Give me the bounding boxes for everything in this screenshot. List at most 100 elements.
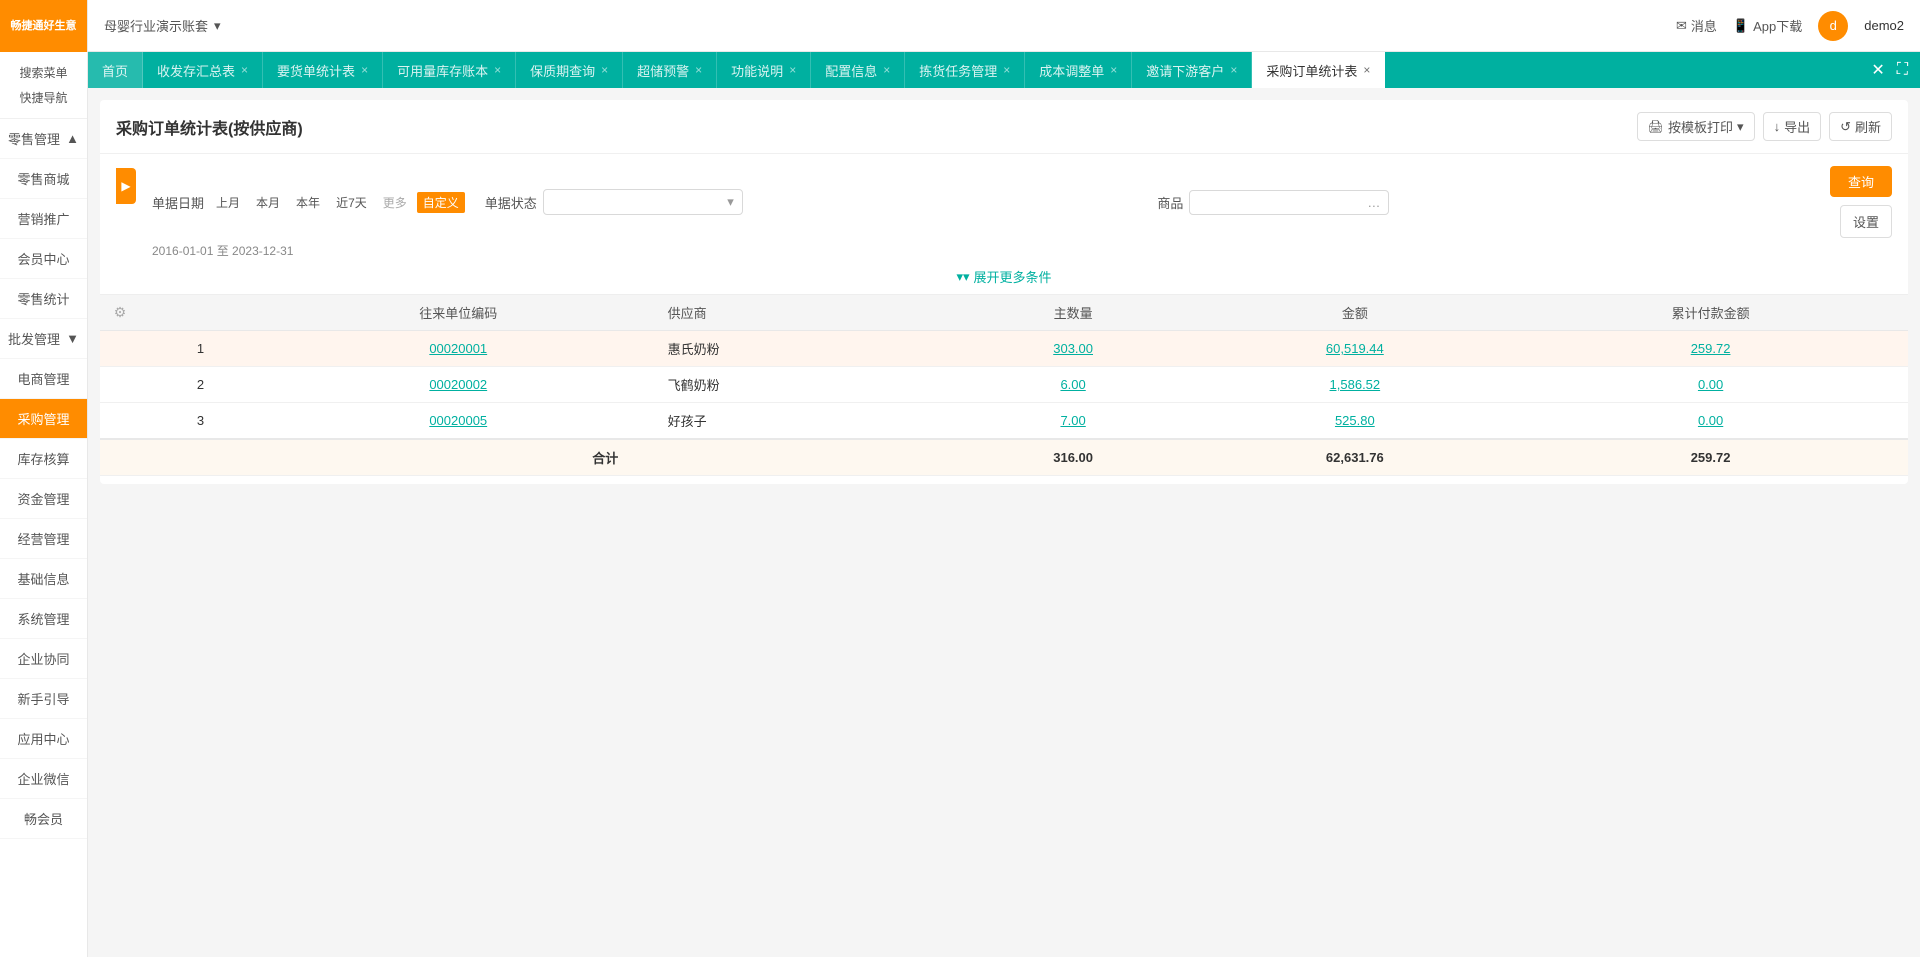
row1-settings xyxy=(100,331,140,367)
date-custom-tag[interactable]: 自定义 xyxy=(417,192,465,213)
tab-available-inventory-close[interactable]: × xyxy=(494,63,501,77)
row1-paid[interactable]: 259.72 xyxy=(1513,331,1908,367)
tab-pick-task-mgmt-close[interactable]: × xyxy=(1003,63,1010,77)
search-button[interactable]: 查询 xyxy=(1830,166,1892,197)
user-name[interactable]: demo2 xyxy=(1864,18,1904,33)
tab-overstock-warning-close[interactable]: × xyxy=(695,63,702,77)
tab-home-label: 首页 xyxy=(102,61,128,80)
tab-pick-task-mgmt[interactable]: 拣货任务管理 × xyxy=(905,52,1025,88)
sidebar-item-finance[interactable]: 资金管理 xyxy=(0,479,87,519)
workspace-dropdown-icon[interactable]: ▾ xyxy=(214,18,221,34)
quick-nav-label[interactable]: 快捷导航 xyxy=(6,85,81,110)
tab-invite-downstream-close[interactable]: × xyxy=(1230,63,1237,77)
tab-invite-downstream[interactable]: 邀请下游客户 × xyxy=(1132,52,1252,88)
search-menu-label[interactable]: 搜索菜单 xyxy=(6,60,81,85)
export-button[interactable]: ↓ 导出 xyxy=(1763,112,1822,141)
table-row: 3 00020005 好孩子 7.00 525.80 0.00 xyxy=(100,403,1908,440)
sidebar-item-marketing[interactable]: 营销推广 xyxy=(0,199,87,239)
tab-cost-adjust[interactable]: 成本调整单 × xyxy=(1025,52,1132,88)
tab-available-inventory[interactable]: 可用量库存账本 × xyxy=(383,52,516,88)
date-shortcut-this-year[interactable]: 本年 xyxy=(290,192,326,213)
sidebar-item-newbie[interactable]: 新手引导 xyxy=(0,679,87,719)
filter-toggle-arrow[interactable]: ▶ xyxy=(116,168,136,204)
sidebar-item-member-center[interactable]: 会员中心 xyxy=(0,239,87,279)
sidebar-item-retail-mall[interactable]: 零售商城 xyxy=(0,159,87,199)
row1-no: 1 xyxy=(140,331,261,367)
date-filter-item: 单据日期 上月 本月 本年 近7天 更多 自定义 xyxy=(152,192,465,213)
sidebar-item-retail-mgmt-label: 零售管理 xyxy=(8,129,60,148)
sidebar-item-app-center[interactable]: 应用中心 xyxy=(0,719,87,759)
tab-purchase-order-stats-close[interactable]: × xyxy=(1363,63,1370,77)
print-dropdown-icon[interactable]: ▾ xyxy=(1737,119,1744,135)
app-download-label: App下载 xyxy=(1753,16,1802,35)
sidebar-item-operations[interactable]: 经营管理 xyxy=(0,519,87,559)
date-shortcut-this-month[interactable]: 本月 xyxy=(250,192,286,213)
tab-function-desc-close[interactable]: × xyxy=(789,63,796,77)
sidebar-item-ecommerce[interactable]: 电商管理 xyxy=(0,359,87,399)
sidebar-item-wholesale-mgmt[interactable]: 批发管理 ▼ xyxy=(0,319,87,359)
tab-expiry-query-close[interactable]: × xyxy=(601,63,608,77)
refresh-icon: ↺ xyxy=(1840,119,1851,135)
tab-config-info-close[interactable]: × xyxy=(883,63,890,77)
row3-unit-code[interactable]: 00020005 xyxy=(261,403,656,440)
message-button[interactable]: ✉ 消息 xyxy=(1676,16,1717,35)
sidebar-item-retail-stats[interactable]: 零售统计 xyxy=(0,279,87,319)
gear-icon[interactable]: ⚙ xyxy=(114,304,127,320)
row2-paid[interactable]: 0.00 xyxy=(1513,367,1908,403)
tab-order-stats-close[interactable]: × xyxy=(361,63,368,77)
app-download-button[interactable]: 📱 App下载 xyxy=(1733,16,1802,35)
tab-close-all-icon[interactable]: ✕ xyxy=(1867,58,1888,82)
tab-cost-adjust-close[interactable]: × xyxy=(1110,63,1117,77)
row1-qty[interactable]: 303.00 xyxy=(950,331,1197,367)
table-footer: 合计 316.00 62,631.76 259.72 xyxy=(100,439,1908,476)
sidebar-item-finance-label: 资金管理 xyxy=(17,489,69,508)
date-shortcut-last-month[interactable]: 上月 xyxy=(210,192,246,213)
sidebar-item-inventory[interactable]: 库存核算 xyxy=(0,439,87,479)
page-card: 采购订单统计表(按供应商) 🖨 按模板打印 ▾ ↓ 导出 ↺ 刷新 xyxy=(100,100,1908,484)
expand-more-button[interactable]: ▾▾ 展开更多条件 xyxy=(956,267,1051,286)
tab-expiry-query[interactable]: 保质期查询 × xyxy=(516,52,623,88)
tab-overstock-warning[interactable]: 超储预警 × xyxy=(623,52,717,88)
sidebar-item-basic-info[interactable]: 基础信息 xyxy=(0,559,87,599)
tab-config-info[interactable]: 配置信息 × xyxy=(811,52,905,88)
row1-amount[interactable]: 60,519.44 xyxy=(1196,331,1513,367)
tab-receive-summary-close[interactable]: × xyxy=(241,63,248,77)
date-shortcut-7days[interactable]: 近7天 xyxy=(330,192,373,213)
goods-input[interactable]: … xyxy=(1189,190,1389,215)
refresh-button[interactable]: ↺ 刷新 xyxy=(1829,112,1892,141)
row2-amount[interactable]: 1,586.52 xyxy=(1196,367,1513,403)
user-avatar[interactable]: d xyxy=(1818,11,1848,41)
tab-order-stats[interactable]: 要货单统计表 × xyxy=(263,52,383,88)
date-shortcut-more[interactable]: 更多 xyxy=(377,192,413,213)
tab-home[interactable]: 首页 xyxy=(88,52,143,88)
row2-unit-code[interactable]: 00020002 xyxy=(261,367,656,403)
table-body: 1 00020001 惠氏奶粉 303.00 60,519.44 259.72 … xyxy=(100,331,1908,440)
topbar: 母婴行业演示账套 ▾ ✉ 消息 📱 App下载 d demo2 xyxy=(88,0,1920,52)
row3-paid[interactable]: 0.00 xyxy=(1513,403,1908,440)
tab-function-desc[interactable]: 功能说明 × xyxy=(717,52,811,88)
sidebar-item-changyueyuan[interactable]: 畅会员 xyxy=(0,799,87,839)
row2-qty[interactable]: 6.00 xyxy=(950,367,1197,403)
row3-qty[interactable]: 7.00 xyxy=(950,403,1197,440)
workspace-selector[interactable]: 母婴行业演示账套 xyxy=(104,16,208,35)
sidebar-item-sys-mgmt[interactable]: 系统管理 xyxy=(0,599,87,639)
sidebar-item-retail-mgmt[interactable]: 零售管理 ▲ xyxy=(0,119,87,159)
tab-maximize-icon[interactable]: ⛶ xyxy=(1893,59,1912,81)
data-table: ⚙ 往来单位编码 供应商 主数量 金额 累计付款金额 xyxy=(100,295,1908,476)
tab-purchase-order-stats[interactable]: 采购订单统计表 × xyxy=(1252,52,1385,88)
print-button[interactable]: 🖨 按模板打印 ▾ xyxy=(1637,112,1755,141)
sidebar-item-enterprise-wechat[interactable]: 企业微信 xyxy=(0,759,87,799)
sidebar-item-sys-mgmt-label: 系统管理 xyxy=(17,609,69,628)
sidebar-item-changyueyuan-label: 畅会员 xyxy=(24,809,63,828)
goods-more-icon[interactable]: … xyxy=(1367,195,1380,210)
row3-amount[interactable]: 525.80 xyxy=(1196,403,1513,440)
col-header-no xyxy=(140,295,261,331)
sidebar-item-enterprise-collab[interactable]: 企业协同 xyxy=(0,639,87,679)
sidebar-item-retail-stats-label: 零售统计 xyxy=(17,289,69,308)
sidebar-item-purchase-mgmt[interactable]: 采购管理 xyxy=(0,399,87,439)
tab-receive-summary[interactable]: 收发存汇总表 × xyxy=(143,52,263,88)
settings-button[interactable]: 设置 xyxy=(1840,205,1892,238)
status-select[interactable]: ▾ xyxy=(543,189,743,215)
row1-unit-code[interactable]: 00020001 xyxy=(261,331,656,367)
tab-available-inventory-label: 可用量库存账本 xyxy=(397,61,488,80)
